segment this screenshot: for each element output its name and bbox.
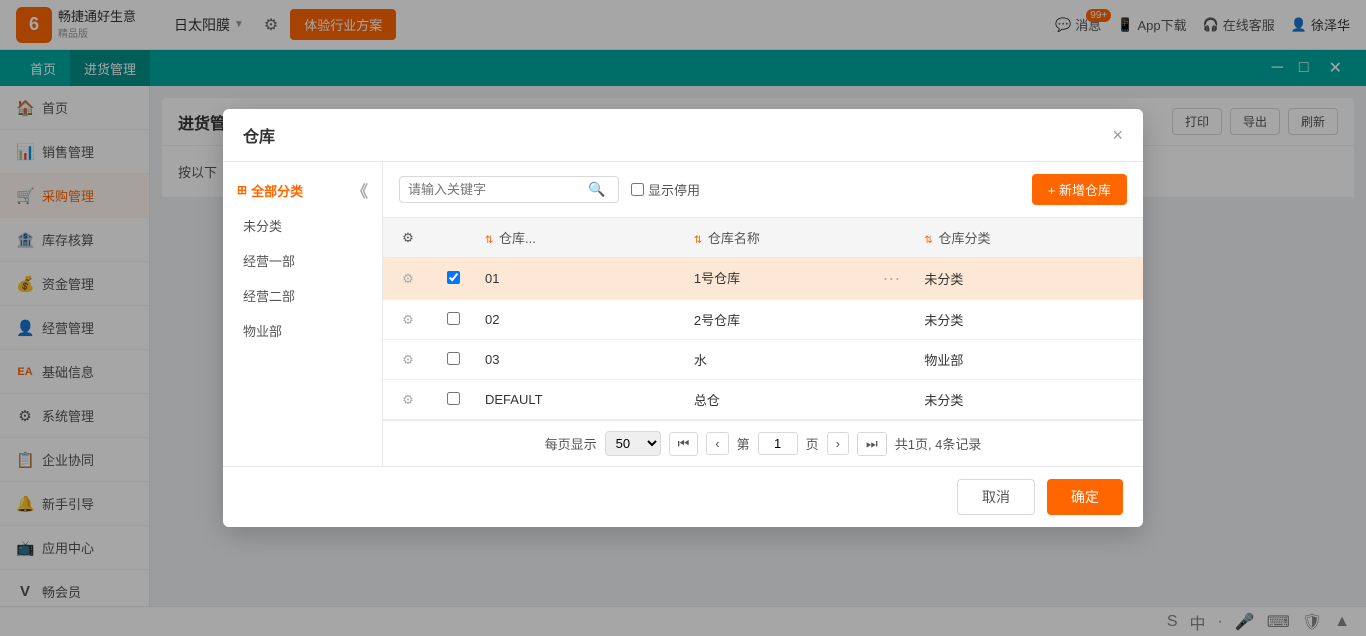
grid-icon: ⊞	[237, 183, 247, 197]
page-label-pre: 第	[737, 434, 750, 453]
row-no: 03	[473, 340, 682, 380]
show-disabled-label[interactable]: 显示停用	[648, 180, 700, 199]
row-gear-icon[interactable]: ⚙	[383, 258, 433, 300]
row-category: 物业部	[912, 340, 1143, 380]
category-item-ops2[interactable]: 经营二部	[223, 278, 382, 313]
right-panel: 🔍 显示停用 + 新增仓库 ⚙	[383, 162, 1143, 466]
row-gear-icon[interactable]: ⚙	[383, 300, 433, 340]
pagination: 每页显示 50 100 ⏮ ‹ 第 页 › ⏭ 共1页, 4条记录	[383, 420, 1143, 466]
col-header-gear: ⚙	[383, 218, 433, 258]
dialog-close-button[interactable]: ×	[1112, 125, 1123, 146]
total-info: 共1页, 4条记录	[895, 434, 982, 453]
col-category-label: 仓库分类	[938, 231, 990, 246]
col-header-check	[433, 218, 473, 258]
search-input[interactable]	[408, 182, 588, 197]
page-number-input[interactable]	[758, 432, 798, 455]
col-header-code: ⇅ 仓库...	[473, 218, 682, 258]
table-row[interactable]: ⚙ DEFAULT 总仓 未分类	[383, 380, 1143, 420]
row-checkbox-cell[interactable]	[433, 340, 473, 380]
row-category: 未分类	[912, 380, 1143, 420]
category-all-header[interactable]: ⊞ 全部分类 《	[223, 172, 382, 208]
dialog-title: 仓库	[243, 123, 275, 147]
row-checkbox[interactable]	[447, 392, 460, 405]
show-disabled-wrap: 显示停用	[631, 180, 700, 199]
per-page-label: 每页显示	[545, 434, 597, 453]
search-input-wrap: 🔍	[399, 176, 619, 203]
category-panel: ⊞ 全部分类 《 未分类 经营一部 经营二部 物业部	[223, 162, 383, 466]
category-item-property[interactable]: 物业部	[223, 313, 382, 348]
page-first-button[interactable]: ⏮	[669, 432, 699, 456]
page-prev-button[interactable]: ‹	[706, 432, 728, 455]
sort-name-icon: ⇅	[694, 235, 702, 246]
show-disabled-checkbox[interactable]	[631, 183, 644, 196]
table-row[interactable]: ⚙ 01 1号仓库··· 未分类	[383, 258, 1143, 300]
add-warehouse-button[interactable]: + 新增仓库	[1032, 174, 1127, 205]
row-name: 2号仓库	[682, 300, 913, 340]
warehouse-table-wrap: ⚙ ⇅ 仓库... ⇅ 仓库名称	[383, 218, 1143, 420]
dialog-footer: 取消 确定	[223, 466, 1143, 527]
dialog-header: 仓库 ×	[223, 109, 1143, 162]
per-page-select[interactable]: 50 100	[605, 431, 661, 456]
row-name: 水	[682, 340, 913, 380]
page-next-button[interactable]: ›	[827, 432, 849, 455]
table-row[interactable]: ⚙ 03 水 物业部	[383, 340, 1143, 380]
row-checkbox-cell[interactable]	[433, 258, 473, 300]
row-checkbox[interactable]	[447, 312, 460, 325]
row-gear-icon[interactable]: ⚙	[383, 380, 433, 420]
sort-category-icon: ⇅	[924, 235, 932, 246]
row-gear-icon[interactable]: ⚙	[383, 340, 433, 380]
row-category: 未分类	[912, 258, 1143, 300]
dialog-body: ⊞ 全部分类 《 未分类 经营一部 经营二部 物业部 🔍	[223, 162, 1143, 466]
row-no: 02	[473, 300, 682, 340]
row-name: 1号仓库···	[682, 258, 913, 300]
col-name-label: 仓库名称	[708, 231, 760, 246]
collapse-panel-icon[interactable]: 《	[352, 178, 368, 202]
modal-overlay: 仓库 × ⊞ 全部分类 《 未分类 经营一部 经营二部 物业部	[0, 0, 1366, 636]
warehouse-dialog: 仓库 × ⊞ 全部分类 《 未分类 经营一部 经营二部 物业部	[223, 109, 1143, 527]
col-code-label: 仓库...	[499, 231, 536, 246]
row-more-icon[interactable]: ···	[882, 268, 900, 289]
search-icon[interactable]: 🔍	[588, 181, 605, 198]
row-no: 01	[473, 258, 682, 300]
category-item-ops1[interactable]: 经营一部	[223, 243, 382, 278]
confirm-button[interactable]: 确定	[1047, 479, 1123, 515]
row-checkbox[interactable]	[447, 271, 460, 284]
all-category-label: 全部分类	[251, 181, 303, 200]
sort-code-icon: ⇅	[485, 235, 493, 246]
category-item-unclassified[interactable]: 未分类	[223, 208, 382, 243]
col-header-category: ⇅ 仓库分类	[912, 218, 1143, 258]
page-label: 页	[806, 434, 819, 453]
row-no: DEFAULT	[473, 380, 682, 420]
search-bar: 🔍 显示停用 + 新增仓库	[383, 162, 1143, 218]
row-category: 未分类	[912, 300, 1143, 340]
cancel-button[interactable]: 取消	[957, 479, 1035, 515]
row-checkbox-cell[interactable]	[433, 300, 473, 340]
table-row[interactable]: ⚙ 02 2号仓库 未分类	[383, 300, 1143, 340]
col-header-name: ⇅ 仓库名称	[682, 218, 913, 258]
row-checkbox-cell[interactable]	[433, 380, 473, 420]
row-checkbox[interactable]	[447, 352, 460, 365]
row-name: 总仓	[682, 380, 913, 420]
page-last-button[interactable]: ⏭	[857, 432, 887, 456]
warehouse-table: ⚙ ⇅ 仓库... ⇅ 仓库名称	[383, 218, 1143, 420]
